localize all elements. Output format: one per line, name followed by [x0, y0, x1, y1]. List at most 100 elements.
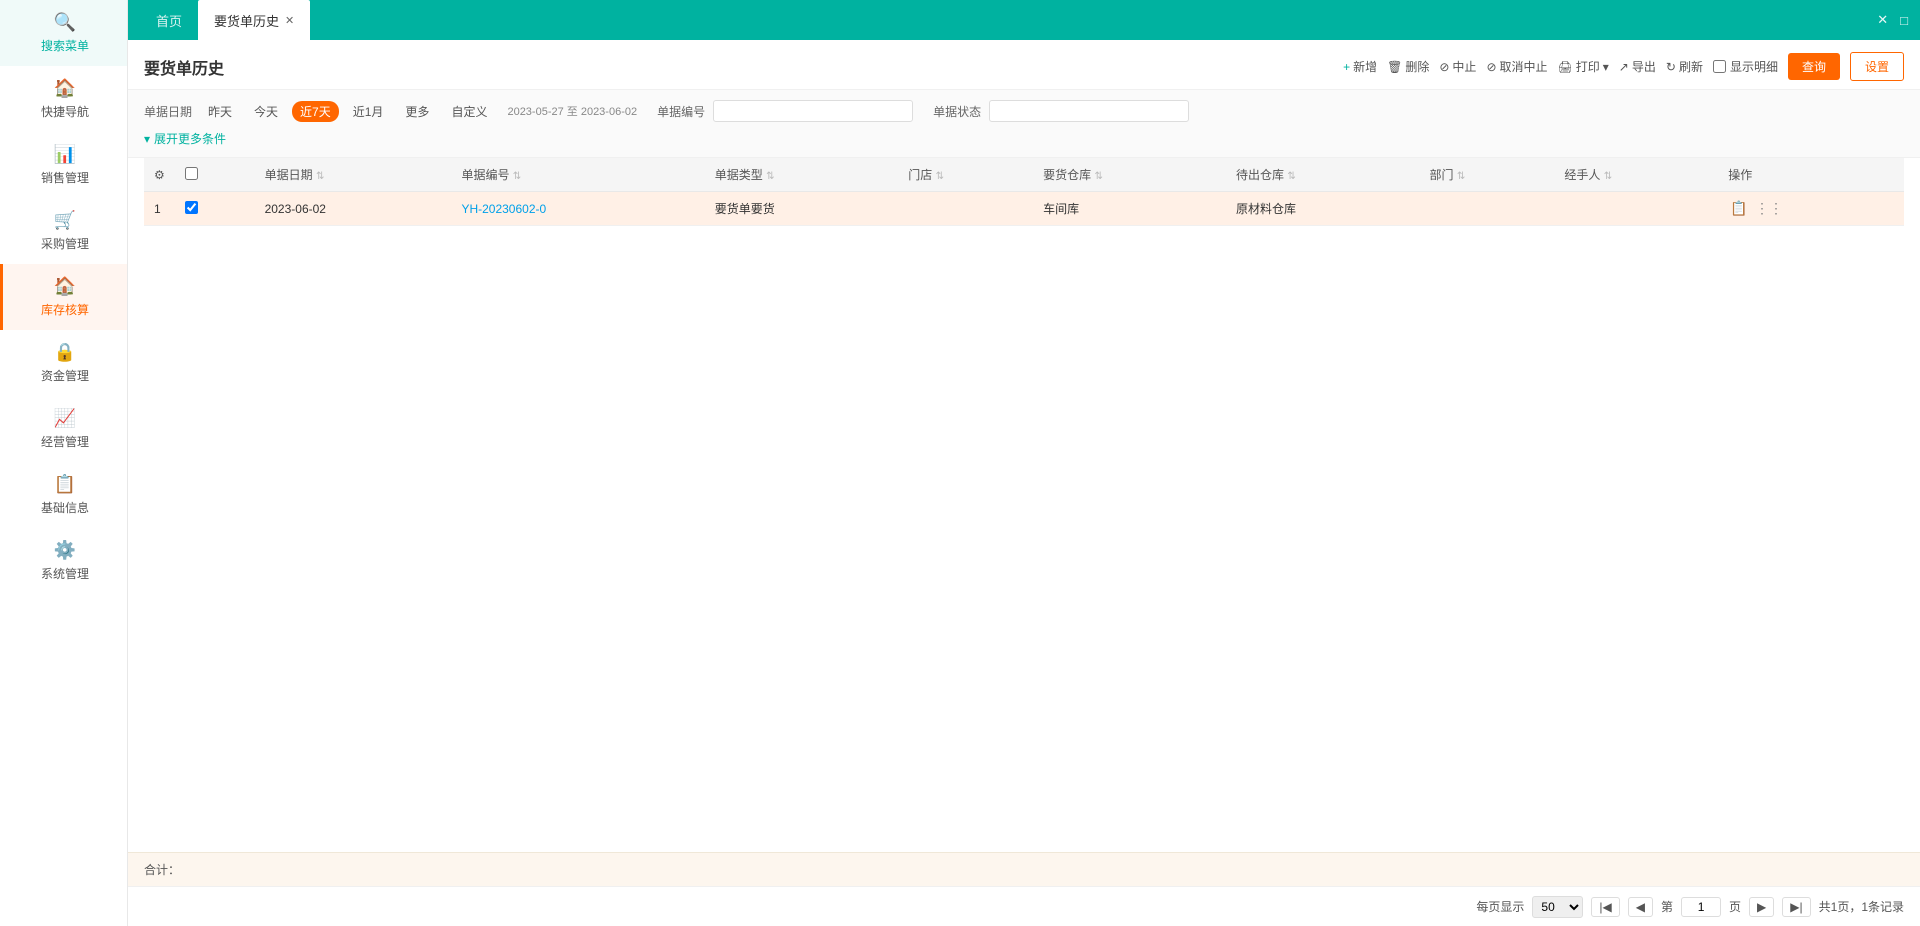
tab-requisition-history[interactable]: 要货单历史 ✕: [198, 0, 310, 40]
stop-button[interactable]: ⊘ 中止: [1439, 58, 1476, 75]
table-area: ⚙ 单据日期 ⇅ 单据编号 ⇅ 单据类型 ⇅: [128, 158, 1920, 852]
row-handler: [1554, 192, 1718, 226]
sidebar-item-label: 快捷导航: [41, 103, 89, 120]
date-tab-custom[interactable]: 自定义: [443, 101, 495, 122]
filter-row-1: 单据日期 昨天 今天 近7天 近1月 更多 自定义 2023-05-27 至 2…: [144, 100, 1904, 122]
quick-nav-icon: 🏠: [54, 78, 76, 99]
sort-icon-dept[interactable]: ⇅: [1457, 171, 1465, 182]
topbar-right-actions: ✕ □: [1877, 12, 1908, 28]
display-mode-checkbox[interactable]: [1713, 60, 1726, 73]
row-ops: 📋 ⋮⋮: [1718, 192, 1904, 226]
doc-num-link[interactable]: YH-20230602-0: [461, 202, 546, 216]
sort-icon-req-warehouse[interactable]: ⇅: [1094, 171, 1102, 182]
sidebar-item-base-info[interactable]: 📋 基础信息: [0, 462, 127, 528]
date-tab-last-month[interactable]: 近1月: [345, 101, 392, 122]
sidebar-item-quick-nav[interactable]: 🏠 快捷导航: [0, 66, 127, 132]
sidebar-item-label: 采购管理: [41, 235, 89, 252]
tab-close-icon[interactable]: ✕: [285, 14, 294, 27]
sidebar-item-label: 经营管理: [41, 433, 89, 450]
col-req-warehouse: 要货仓库 ⇅: [1033, 158, 1226, 192]
row-select-checkbox[interactable]: [185, 201, 198, 214]
date-tab-today[interactable]: 今天: [246, 101, 286, 122]
cancel-stop-button[interactable]: ⊘ 取消中止: [1486, 58, 1547, 75]
prev-page-btn[interactable]: ◀: [1628, 897, 1653, 917]
next-page-btn[interactable]: ▶: [1749, 897, 1774, 917]
row-more-icon[interactable]: ⋮⋮: [1755, 200, 1783, 216]
cancel-stop-icon: ⊘: [1486, 60, 1496, 74]
expand-icon: ▾: [144, 132, 150, 146]
date-range-display: 2023-05-27 至 2023-06-02: [507, 103, 637, 119]
row-edit-icon[interactable]: 📋: [1730, 200, 1747, 216]
header-actions: + 新增 🗑 删除 ⊘ 中止 ⊘ 取消中止 🖨 打印: [1343, 52, 1904, 81]
row-num: 1: [144, 192, 175, 226]
page-content: 要货单历史 + 新增 🗑 删除 ⊘ 中止 ⊘ 取消中止: [128, 40, 1920, 926]
add-button[interactable]: + 新增: [1343, 58, 1377, 75]
table-row[interactable]: 1 2023-06-02 YH-20230602-0 要货单要货 车间库 原材料…: [144, 192, 1904, 226]
search-menu-icon: 🔍: [54, 12, 76, 33]
export-button[interactable]: ↗ 导出: [1619, 58, 1656, 75]
status-select[interactable]: [989, 100, 1189, 122]
base-info-icon: 📋: [54, 474, 76, 495]
sidebar: 🔍 搜索菜单 🏠 快捷导航 📊 销售管理 🛒 采购管理 🏠 库存核算 🔒 资金管…: [0, 0, 128, 926]
sidebar-item-label: 系统管理: [41, 565, 89, 582]
ops-icon: 📈: [54, 408, 76, 429]
table-header: ⚙ 单据日期 ⇅ 单据编号 ⇅ 单据类型 ⇅: [144, 158, 1904, 192]
per-page-label: 每页显示: [1476, 898, 1524, 915]
pagination: 每页显示 50 100 |◀ ◀ 第 页 ▶ ▶| 共1页，1条记录: [128, 886, 1920, 926]
sort-icon-handler[interactable]: ⇅: [1604, 171, 1612, 182]
sidebar-item-ops-mgmt[interactable]: 📈 经营管理: [0, 396, 127, 462]
refresh-button[interactable]: ↻ 刷新: [1666, 58, 1703, 75]
stop-icon: ⊘: [1439, 60, 1449, 74]
sort-icon-doc-date[interactable]: ⇅: [316, 171, 324, 182]
total-info: 共1页，1条记录: [1819, 898, 1904, 915]
sidebar-item-sys-mgmt[interactable]: ⚙️ 系统管理: [0, 528, 127, 594]
sidebar-item-sales-mgmt[interactable]: 📊 销售管理: [0, 132, 127, 198]
sidebar-item-search-menu[interactable]: 🔍 搜索菜单: [0, 0, 127, 66]
delete-button[interactable]: 🗑 删除: [1387, 58, 1429, 75]
date-tab-yesterday[interactable]: 昨天: [200, 101, 240, 122]
setting-button[interactable]: 设置: [1850, 52, 1904, 81]
col-doc-date: 单据日期 ⇅: [255, 158, 452, 192]
topbar: 首页 要货单历史 ✕ ✕ □: [128, 0, 1920, 40]
query-button[interactable]: 查询: [1788, 53, 1840, 80]
page-size-select[interactable]: 50 100: [1532, 896, 1583, 918]
page-unit: 页: [1729, 898, 1741, 915]
page-input[interactable]: [1681, 897, 1721, 917]
sort-icon-doc-num[interactable]: ⇅: [513, 171, 521, 182]
add-icon: +: [1343, 60, 1350, 74]
sys-icon: ⚙️: [54, 540, 76, 561]
main-area: 首页 要货单历史 ✕ ✕ □ 要货单历史 + 新增 🗑 删除: [128, 0, 1920, 926]
doc-num-label: 单据编号: [657, 103, 705, 120]
col-doc-num: 单据编号 ⇅: [451, 158, 704, 192]
header-row: ⚙ 单据日期 ⇅ 单据编号 ⇅ 单据类型 ⇅: [144, 158, 1904, 192]
sidebar-item-inventory[interactable]: 🏠 库存核算: [0, 264, 127, 330]
row-pending-warehouse: 原材料仓库: [1226, 192, 1420, 226]
close-window-btn[interactable]: ✕: [1877, 12, 1888, 28]
sidebar-item-finance-mgmt[interactable]: 🔒 资金管理: [0, 330, 127, 396]
doc-num-input[interactable]: [713, 100, 913, 122]
row-doc-num: YH-20230602-0: [451, 192, 704, 226]
sales-icon: 📊: [54, 144, 76, 165]
finance-icon: 🔒: [54, 342, 76, 363]
display-mode-toggle[interactable]: 显示明细: [1713, 58, 1778, 75]
first-page-btn[interactable]: |◀: [1591, 897, 1619, 917]
expand-more-btn[interactable]: ▾ 展开更多条件: [144, 130, 1904, 147]
print-button[interactable]: 🖨 打印 ▾: [1558, 58, 1609, 75]
page-header: 要货单历史 + 新增 🗑 删除 ⊘ 中止 ⊘ 取消中止: [128, 40, 1920, 90]
date-filter: 单据日期 昨天 今天 近7天 近1月 更多 自定义 2023-05-27 至 2…: [144, 101, 637, 122]
date-tab-more[interactable]: 更多: [397, 101, 437, 122]
print-dropdown-icon: ▾: [1603, 60, 1609, 74]
col-settings[interactable]: ⚙: [144, 158, 175, 192]
maximize-btn[interactable]: □: [1900, 13, 1908, 28]
tab-home[interactable]: 首页: [140, 0, 198, 40]
sort-icon-doc-type[interactable]: ⇅: [766, 171, 774, 182]
filter-area: 单据日期 昨天 今天 近7天 近1月 更多 自定义 2023-05-27 至 2…: [128, 90, 1920, 158]
sidebar-item-label: 搜索菜单: [41, 37, 89, 54]
date-tab-last7days[interactable]: 近7天: [292, 101, 339, 122]
select-all-checkbox[interactable]: [185, 167, 198, 180]
sort-icon-pending-warehouse[interactable]: ⇅: [1287, 171, 1295, 182]
status-filter: 单据状态: [933, 100, 1189, 122]
sidebar-item-purchase-mgmt[interactable]: 🛒 采购管理: [0, 198, 127, 264]
sort-icon-shop[interactable]: ⇅: [936, 171, 944, 182]
last-page-btn[interactable]: ▶|: [1782, 897, 1810, 917]
